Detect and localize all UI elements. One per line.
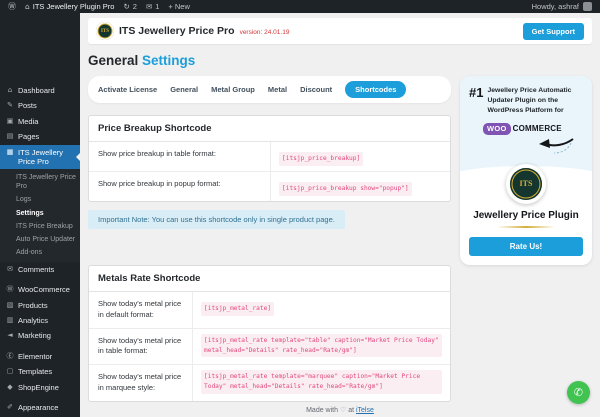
sidebar-item-comments[interactable]: ✉ Comments: [0, 262, 80, 277]
tab-discount[interactable]: Discount: [300, 85, 332, 94]
price-breakup-shortcode-card: Price Breakup Shortcode Show price break…: [88, 115, 451, 202]
plugin-title: ITS Jewellery Price Pro: [119, 25, 235, 37]
products-icon: ▧: [6, 300, 14, 309]
analytics-icon: ▥: [6, 316, 14, 325]
footer: Made with ♡ at iTelse: [306, 406, 374, 414]
updates-icon: ↻: [123, 2, 130, 11]
sidebar-item-shopengine[interactable]: ◆ ShopEngine: [0, 380, 80, 395]
sidebar-item-templates[interactable]: ▢ Templates: [0, 364, 80, 379]
media-icon: ▣: [6, 116, 14, 125]
site-name: ITS Jewellery Plugin Pro: [32, 2, 115, 11]
shortcode-value: [itsjp_price_breakup show="popup"]: [279, 181, 412, 196]
page-title: General Settings: [88, 53, 196, 68]
submenu-item-its-price-breakup[interactable]: ITS Price Breakup: [0, 220, 80, 233]
home-icon: ⌂: [25, 2, 30, 11]
shortcode-value: [itsjp_metal_rate]: [201, 301, 275, 316]
tab-activate-license[interactable]: Activate License: [98, 85, 157, 94]
howdy-text[interactable]: Howdy, ashraf: [532, 2, 579, 11]
shortcode-row: Show price breakup in table format: [its…: [89, 142, 450, 172]
admin-bar: Ⓦ ⌂ ITS Jewellery Plugin Pro ↻ 2 ✉ 1 + N…: [0, 0, 600, 13]
get-support-button[interactable]: Get Support: [522, 22, 584, 40]
submenu-item-add-ons[interactable]: Add-ons: [0, 246, 80, 259]
shortcode-row: Show today's metal price in marquee styl…: [89, 365, 450, 402]
woocommerce-icon: Ⓦ: [6, 285, 14, 294]
templates-icon: ▢: [6, 367, 14, 376]
gold-divider: [497, 225, 555, 228]
its-plugin-submenu: ITS Jewellery Price Pro Logs Settings IT…: [0, 169, 80, 262]
important-note: Important Note: You can use this shortco…: [88, 209, 345, 229]
updates-count: 2: [132, 2, 137, 11]
sidebar-item-media[interactable]: ▣ Media: [0, 114, 80, 129]
card-title: Metals Rate Shortcode: [89, 266, 450, 292]
promo-lead-text: Jewellery Price Automatic Updater Plugin…: [487, 87, 572, 114]
sidebar-item-posts[interactable]: ✎ Posts: [0, 98, 80, 113]
tab-shortcodes[interactable]: Shortcodes: [345, 81, 407, 98]
shortcode-value: [itsjp_metal_rate template="marquee" cap…: [201, 370, 442, 395]
admin-bar-new-button[interactable]: + New: [168, 2, 189, 11]
arrow-doodle-icon: [539, 137, 574, 154]
submenu-item-its-jewellery-price-pro[interactable]: ITS Jewellery Price Pro: [0, 171, 80, 193]
appearance-icon: ✐: [7, 402, 13, 411]
submenu-item-logs[interactable]: Logs: [0, 193, 80, 206]
sidebar-item-marketing[interactable]: ◄ Marketing: [0, 328, 80, 343]
whatsapp-button[interactable]: ✆: [567, 381, 590, 404]
sidebar-item-its-jewellery-price-pro[interactable]: ▦ ITS Jewellery Price Pro: [0, 144, 80, 170]
its-badge-logo-icon: ITS: [506, 163, 546, 204]
rate-us-button[interactable]: Rate Us!: [469, 236, 583, 256]
plugin-version: version: 24.01.19: [239, 28, 290, 36]
promo-plugin-name: Jewellery Price Plugin: [473, 209, 579, 221]
settings-tabs: Activate License General Metal Group Met…: [88, 76, 451, 103]
metals-rate-shortcode-card: Metals Rate Shortcode Show today's metal…: [88, 264, 451, 403]
heart-icon: ♡: [339, 406, 347, 414]
whatsapp-phone-icon: ✆: [573, 386, 584, 399]
tab-general[interactable]: General: [170, 85, 198, 94]
woocommerce-logo: WOO COMMERCE: [483, 122, 583, 135]
user-avatar[interactable]: [583, 2, 592, 11]
main-content: ITS ITS Jewellery Price Pro version: 24.…: [80, 13, 600, 417]
its-logo-icon: ITS: [96, 22, 114, 40]
comments-count: 1: [155, 2, 160, 11]
admin-bar-updates[interactable]: ↻ 2: [123, 2, 136, 11]
sidebar-item-elementor[interactable]: Ⓔ Elementor: [0, 349, 80, 364]
shortcode-row: Show today's metal price in table format…: [89, 328, 450, 366]
sidebar-item-analytics[interactable]: ▥ Analytics: [0, 313, 80, 328]
footer-brand-link[interactable]: iTelse: [356, 407, 374, 414]
tab-metal-group[interactable]: Metal Group: [211, 85, 255, 94]
shortcode-value: [itsjp_metal_rate template="table" capti…: [201, 333, 442, 358]
comments-bubble-icon: ✉: [145, 2, 153, 11]
shortcode-row: Show today's metal price in default form…: [89, 291, 450, 329]
admin-sidebar: ⌂ Dashboard ✎ Posts ▣ Media ▤ Pages ▦ ITS Jew…: [0, 13, 80, 417]
shortcode-value: [itsjp_price_breakup]: [279, 152, 364, 166]
plugin-header: ITS ITS Jewellery Price Pro version: 24.…: [88, 18, 592, 44]
promo-card: #1 Jewellery Price Automatic Updater Plu…: [460, 76, 592, 265]
dashboard-icon: ⌂: [7, 86, 13, 94]
rank-number: #1: [469, 85, 484, 100]
sidebar-item-pages[interactable]: ▤ Pages: [0, 129, 80, 144]
submenu-item-settings[interactable]: Settings: [0, 207, 80, 220]
its-plugin-icon: ▦: [6, 147, 14, 156]
admin-bar-comments[interactable]: ✉ 1: [146, 2, 159, 11]
wordpress-logo-icon[interactable]: Ⓦ: [8, 1, 16, 12]
pages-icon: ▤: [6, 132, 14, 141]
card-title: Price Breakup Shortcode: [89, 116, 450, 142]
submenu-item-auto-price-updater[interactable]: Auto Price Updater: [0, 233, 80, 246]
woo-badge-icon: WOO: [483, 122, 511, 135]
sidebar-item-appearance[interactable]: ✐ Appearance: [0, 400, 80, 415]
shopengine-icon: ◆: [7, 382, 13, 391]
sidebar-item-dashboard[interactable]: ⌂ Dashboard: [0, 83, 80, 98]
sidebar-item-woocommerce[interactable]: Ⓦ WooCommerce: [0, 282, 80, 297]
marketing-icon: ◄: [7, 331, 13, 340]
admin-bar-site-link[interactable]: ⌂ ITS Jewellery Plugin Pro: [25, 2, 114, 11]
posts-icon: ✎: [7, 101, 13, 110]
elementor-icon: Ⓔ: [6, 351, 14, 360]
sidebar-item-products[interactable]: ▧ Products: [0, 298, 80, 313]
tab-metal[interactable]: Metal: [268, 85, 287, 94]
shortcode-row: Show price breakup in popup format: [its…: [89, 171, 450, 201]
comments-icon: ✉: [7, 264, 13, 273]
